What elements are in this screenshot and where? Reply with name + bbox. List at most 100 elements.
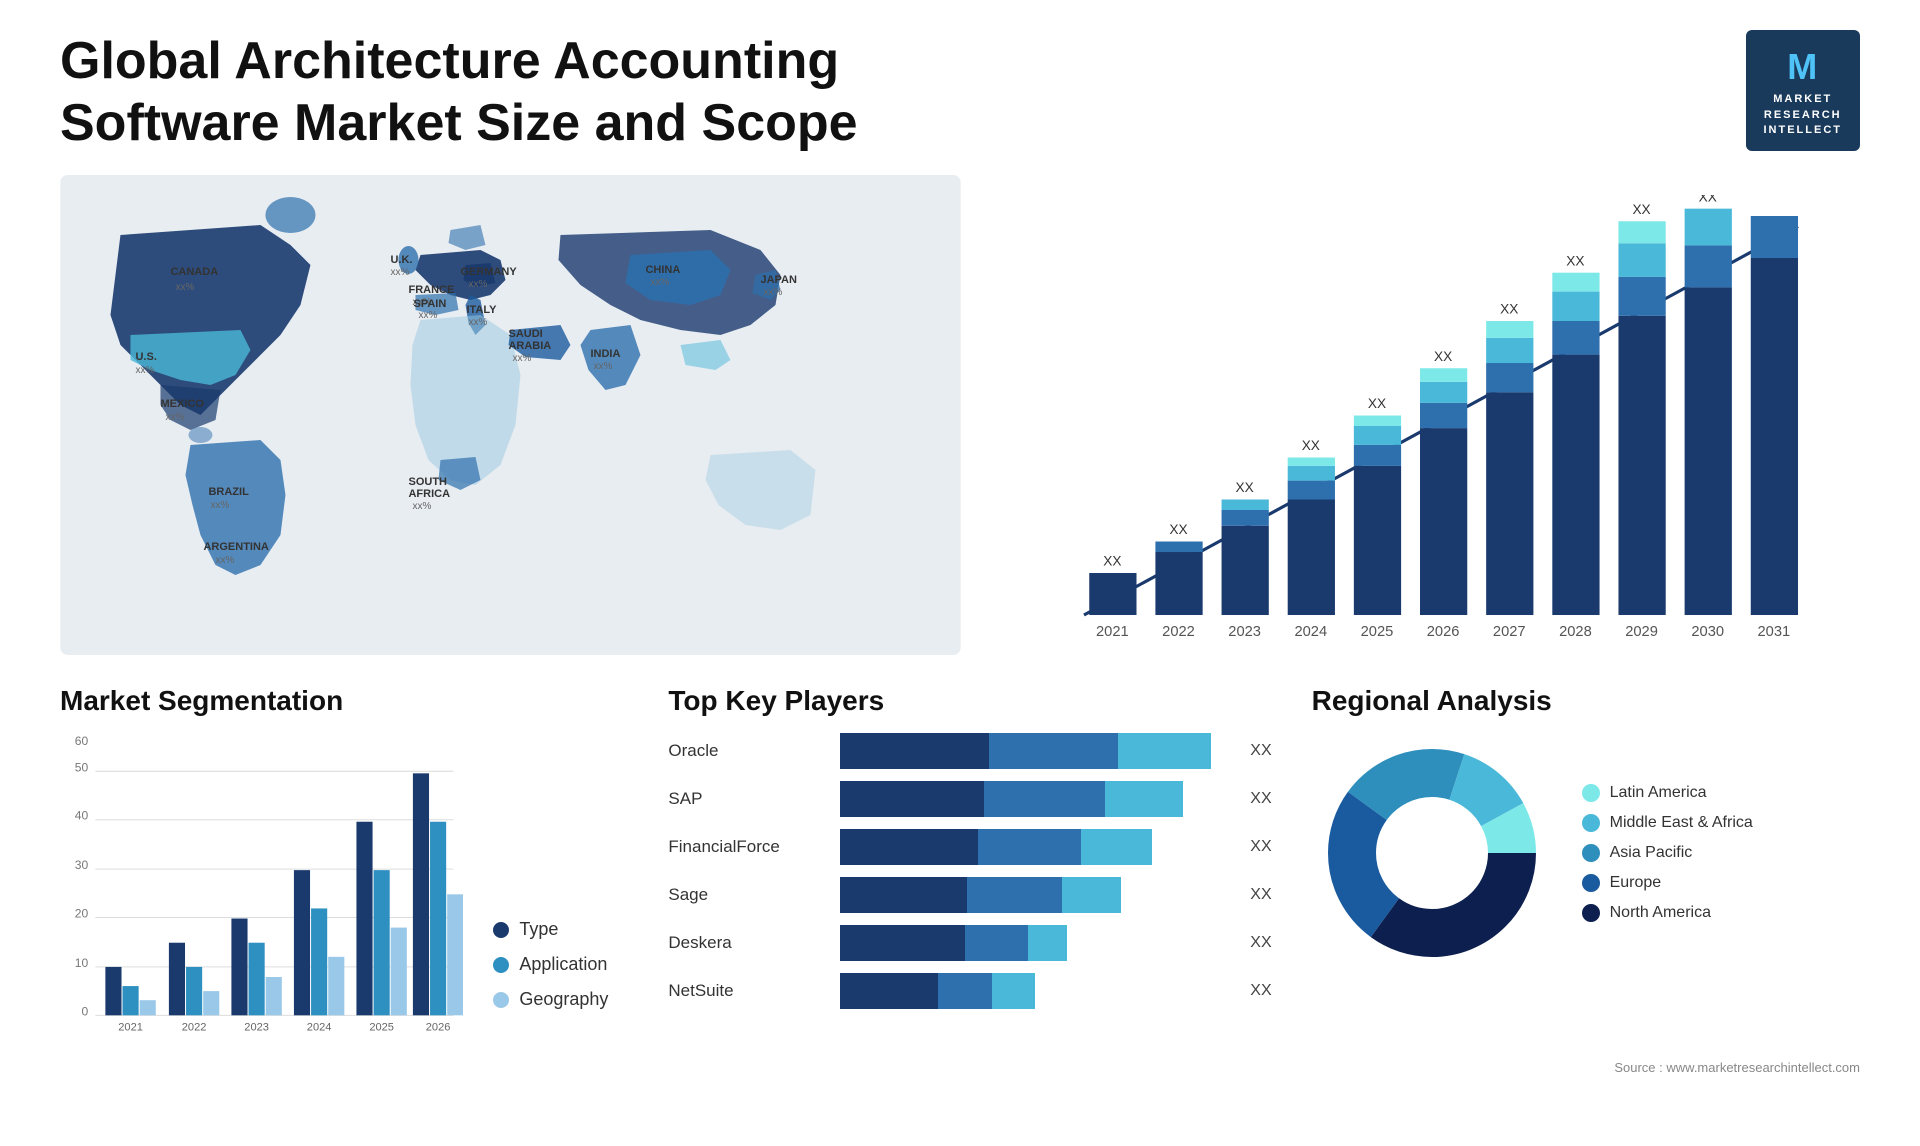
- svg-text:2026: 2026: [426, 1021, 451, 1033]
- donut-wrap: [1312, 733, 1552, 973]
- player-xx-financialforce: XX: [1250, 838, 1271, 856]
- player-name-financialforce: FinancialForce: [668, 837, 828, 857]
- svg-text:xx%: xx%: [593, 361, 612, 372]
- svg-text:xx%: xx%: [135, 365, 154, 376]
- svg-text:ARGENTINA: ARGENTINA: [203, 541, 268, 553]
- player-xx-sap: XX: [1250, 790, 1271, 808]
- svg-text:xx%: xx%: [468, 317, 487, 328]
- player-row-deskera: Deskera XX: [668, 925, 1271, 961]
- player-name-deskera: Deskera: [668, 933, 828, 953]
- legend-item-application: Application: [493, 954, 608, 975]
- player-name-sap: SAP: [668, 789, 828, 809]
- svg-text:XX: XX: [1566, 253, 1584, 268]
- svg-text:20: 20: [75, 906, 89, 920]
- player-row-sage: Sage XX: [668, 877, 1271, 913]
- svg-text:BRAZIL: BRAZIL: [208, 486, 249, 498]
- svg-text:CANADA: CANADA: [170, 266, 218, 278]
- svg-text:XX: XX: [1236, 480, 1254, 495]
- player-name-netsuite: NetSuite: [668, 981, 828, 1001]
- svg-text:2028: 2028: [1559, 624, 1592, 640]
- legend-dot-application: [493, 957, 509, 973]
- svg-text:ARABIA: ARABIA: [508, 340, 551, 352]
- segmentation-title: Market Segmentation: [60, 685, 608, 717]
- reg-label-asia-pacific: Asia Pacific: [1610, 844, 1693, 862]
- svg-text:SOUTH: SOUTH: [408, 476, 447, 488]
- svg-text:XX: XX: [1632, 202, 1650, 217]
- world-map-svg: CANADA xx% U.S. xx% MEXICO xx% BRAZIL xx…: [60, 175, 961, 655]
- svg-text:FRANCE: FRANCE: [408, 284, 454, 296]
- svg-text:xx%: xx%: [175, 282, 194, 293]
- player-xx-netsuite: XX: [1250, 982, 1271, 1000]
- reg-legend-mea: Middle East & Africa: [1582, 814, 1753, 832]
- svg-text:XX: XX: [1699, 195, 1717, 204]
- svg-text:xx%: xx%: [165, 412, 184, 423]
- svg-text:0: 0: [82, 1004, 89, 1018]
- svg-text:U.K.: U.K.: [390, 254, 412, 266]
- svg-text:2027: 2027: [1493, 624, 1526, 640]
- svg-text:SPAIN: SPAIN: [413, 298, 446, 310]
- player-row-netsuite: NetSuite XX: [668, 973, 1271, 1009]
- svg-text:60: 60: [75, 734, 89, 748]
- svg-text:XX: XX: [1302, 438, 1320, 453]
- svg-text:XX: XX: [1368, 396, 1386, 411]
- reg-label-north-america: North America: [1610, 904, 1711, 922]
- page-container: Global Architecture Accounting Software …: [0, 0, 1920, 1105]
- svg-text:30: 30: [75, 858, 89, 872]
- legend-label-type: Type: [519, 919, 558, 940]
- source-text: Source : www.marketresearchintellect.com: [60, 1060, 1860, 1075]
- regional-legend: Latin America Middle East & Africa Asia …: [1582, 784, 1753, 922]
- reg-legend-europe: Europe: [1582, 874, 1753, 892]
- legend-item-geography: Geography: [493, 989, 608, 1010]
- player-xx-deskera: XX: [1250, 934, 1271, 952]
- page-title: Global Architecture Accounting Software …: [60, 30, 960, 155]
- regional-section: Regional Analysis: [1312, 685, 1860, 1040]
- svg-text:2024: 2024: [307, 1021, 332, 1033]
- player-bar-wrap-oracle: [840, 733, 1230, 769]
- svg-text:U.S.: U.S.: [135, 351, 156, 363]
- seg-content: 0 10 20 30 40 50 60: [60, 733, 608, 1040]
- svg-text:2025: 2025: [1361, 624, 1394, 640]
- svg-text:XX: XX: [1434, 349, 1452, 364]
- legend-label-geography: Geography: [519, 989, 608, 1010]
- svg-text:xx%: xx%: [763, 287, 782, 298]
- svg-text:xx%: xx%: [215, 555, 234, 566]
- reg-legend-asia-pacific: Asia Pacific: [1582, 844, 1753, 862]
- player-name-sage: Sage: [668, 885, 828, 905]
- svg-text:50: 50: [75, 760, 89, 774]
- svg-text:xx%: xx%: [412, 501, 431, 512]
- seg-chart-svg: 0 10 20 30 40 50 60: [60, 733, 463, 1035]
- svg-text:2021: 2021: [1096, 624, 1129, 640]
- player-bar-wrap-sap: [840, 781, 1230, 817]
- svg-text:XX: XX: [1169, 522, 1187, 537]
- player-bar-wrap-deskera: [840, 925, 1230, 961]
- svg-text:2026: 2026: [1427, 624, 1460, 640]
- reg-label-europe: Europe: [1610, 874, 1662, 892]
- bar-chart-container: 2021 XX 2022 XX 2023 XX 2024 XX: [1001, 175, 1860, 655]
- svg-text:xx%: xx%: [650, 277, 669, 288]
- svg-text:2023: 2023: [244, 1021, 269, 1033]
- reg-dot-mea: [1582, 814, 1600, 832]
- logo-letter: M: [1764, 42, 1843, 92]
- player-name-oracle: Oracle: [668, 741, 828, 761]
- svg-text:40: 40: [75, 808, 89, 822]
- players-section: Top Key Players Oracle XX SAP: [648, 685, 1271, 1040]
- svg-text:2023: 2023: [1228, 624, 1261, 640]
- reg-dot-north-america: [1582, 904, 1600, 922]
- svg-text:2024: 2024: [1294, 624, 1327, 640]
- svg-text:ITALY: ITALY: [466, 304, 497, 316]
- svg-text:XX: XX: [1103, 553, 1121, 568]
- logo-line1: MARKET RESEARCH INTELLECT: [1764, 92, 1843, 138]
- player-xx-oracle: XX: [1250, 742, 1271, 760]
- legend-dot-geography: [493, 992, 509, 1008]
- player-bar-wrap-financialforce: [840, 829, 1230, 865]
- svg-text:xx%: xx%: [390, 267, 409, 278]
- svg-text:10: 10: [75, 956, 89, 970]
- svg-text:xx%: xx%: [418, 310, 437, 321]
- reg-label-latin-america: Latin America: [1610, 784, 1707, 802]
- segmentation-section: Market Segmentation 0 10 20 30 40 50 60: [60, 685, 608, 1040]
- players-title: Top Key Players: [668, 685, 1271, 717]
- regional-title: Regional Analysis: [1312, 685, 1860, 717]
- header: Global Architecture Accounting Software …: [60, 30, 1860, 155]
- svg-text:xx%: xx%: [468, 279, 487, 290]
- player-xx-sage: XX: [1250, 886, 1271, 904]
